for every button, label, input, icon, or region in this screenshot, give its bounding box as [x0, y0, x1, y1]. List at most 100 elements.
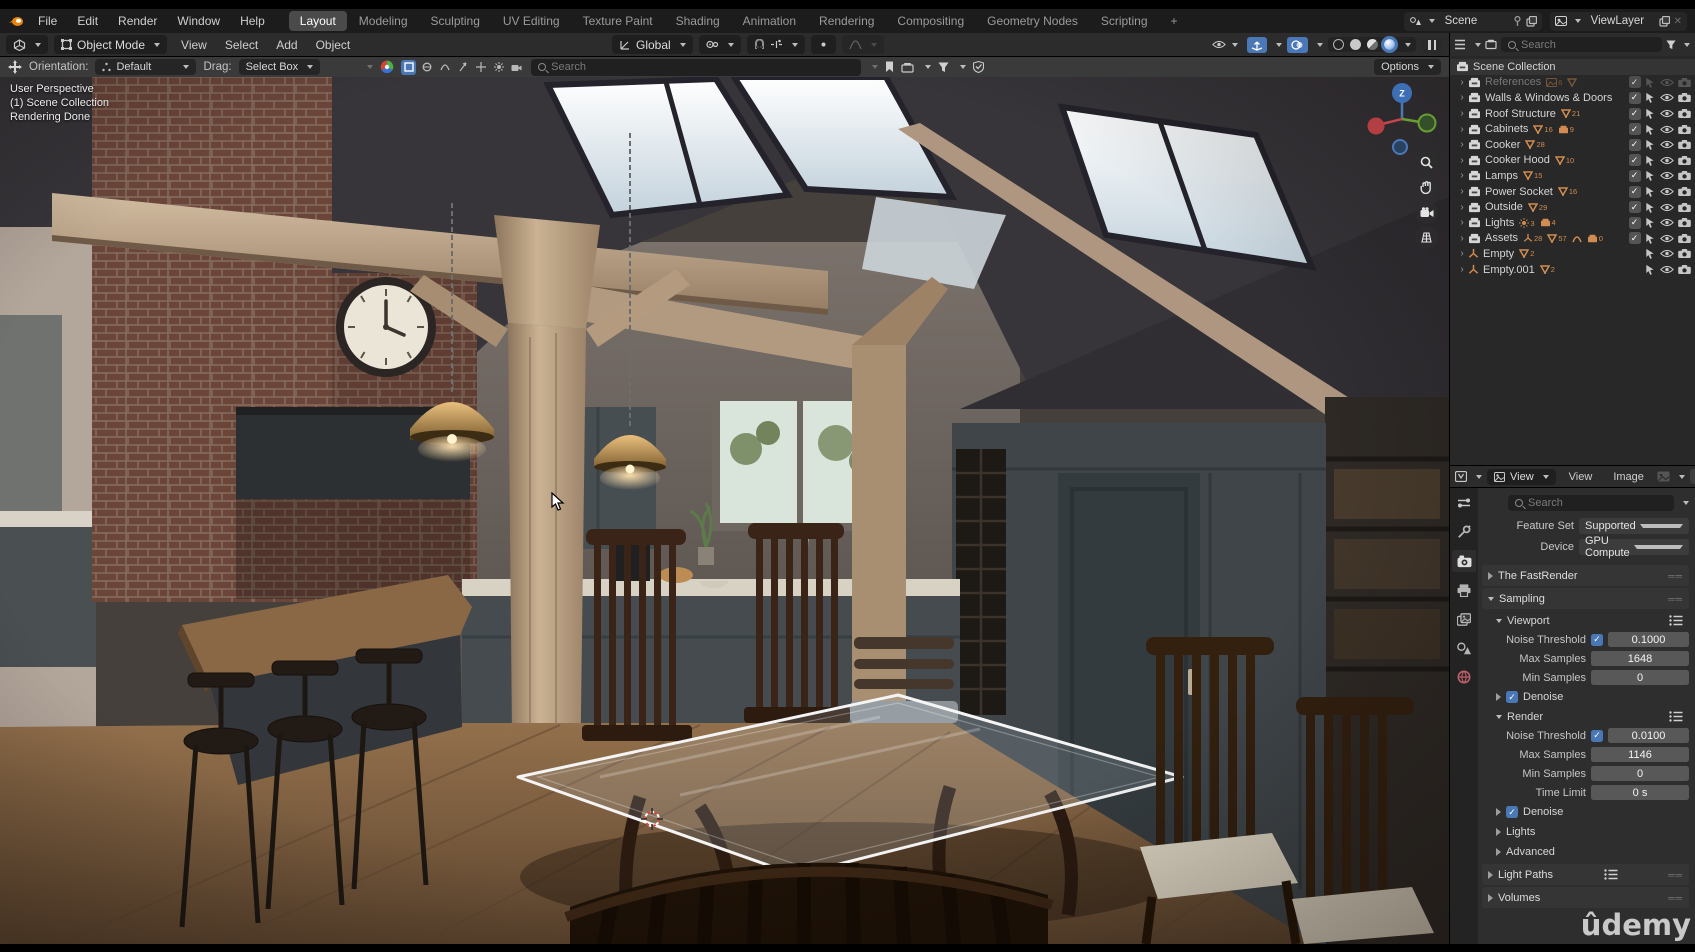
field-value[interactable]: 1146: [1591, 747, 1689, 762]
properties-search-input[interactable]: [1528, 497, 1667, 509]
collections-visibility-icon[interactable]: [901, 62, 914, 73]
menu-window[interactable]: Window: [169, 12, 228, 30]
disable-render-camera-icon[interactable]: [1678, 155, 1691, 165]
selectable-icon[interactable]: [1645, 186, 1655, 197]
pan-tool-button[interactable]: [1415, 176, 1438, 199]
panel-drag-handle[interactable]: ══: [1668, 594, 1683, 604]
filter-camera-icon[interactable]: [509, 60, 524, 75]
hide-eye-icon[interactable]: [1659, 78, 1674, 87]
viewlayer-name[interactable]: ViewLayer: [1585, 15, 1655, 27]
workspace-tab-uv-editing[interactable]: UV Editing: [492, 11, 571, 31]
disable-render-camera-icon[interactable]: [1678, 109, 1691, 119]
object-visibility-dropdown[interactable]: [1208, 38, 1242, 51]
add-workspace-button[interactable]: +: [1160, 11, 1189, 31]
filter-empty-icon[interactable]: [473, 60, 488, 75]
hide-eye-icon[interactable]: [1659, 109, 1674, 118]
exclude-checkbox[interactable]: ✓: [1628, 185, 1641, 198]
disable-render-camera-icon[interactable]: [1678, 124, 1691, 134]
tab-view-layer[interactable]: [1452, 608, 1476, 630]
zoom-tool-button[interactable]: [1415, 151, 1438, 174]
image-editor-type-button[interactable]: [1455, 471, 1467, 482]
hide-eye-icon[interactable]: [1659, 203, 1674, 212]
field-value[interactable]: 0.0100: [1608, 728, 1689, 743]
disable-render-camera-icon[interactable]: [1678, 202, 1691, 212]
field-value[interactable]: 0: [1591, 766, 1689, 781]
outliner-search-input[interactable]: [1521, 38, 1655, 51]
workspace-tab-layout[interactable]: Layout: [288, 11, 347, 31]
disable-render-camera-icon[interactable]: [1678, 218, 1691, 228]
tab-output[interactable]: [1452, 579, 1476, 601]
shading-dropdown[interactable]: [1405, 42, 1411, 47]
menu-render[interactable]: Render: [110, 12, 165, 30]
menu-help[interactable]: Help: [232, 12, 273, 30]
hide-eye-icon[interactable]: [1659, 171, 1674, 180]
device-dropdown[interactable]: GPU Compute: [1579, 535, 1689, 559]
image-editor-view-menu[interactable]: View: [1561, 469, 1601, 485]
pivot-point-dropdown[interactable]: [698, 35, 741, 54]
field-value[interactable]: 0.1000: [1608, 632, 1689, 647]
expand-chevron[interactable]: ›: [1456, 139, 1468, 150]
shading-wireframe-button[interactable]: [1333, 39, 1344, 50]
exclude-checkbox[interactable]: ✓: [1628, 107, 1641, 120]
field-value[interactable]: 1648: [1591, 651, 1689, 666]
outliner-row-walls-windows-doors[interactable]: › Walls & Windows & Doors ✓: [1450, 90, 1695, 106]
show-gizmos-toggle[interactable]: [1247, 36, 1267, 53]
field-value[interactable]: 0: [1591, 670, 1689, 685]
perspective-toggle-button[interactable]: [1415, 226, 1438, 249]
properties-editor-type-button[interactable]: [1452, 492, 1476, 514]
new-scene-icon[interactable]: [1526, 15, 1537, 27]
panel-drag-handle[interactable]: ══: [1668, 893, 1683, 903]
show-overlays-toggle[interactable]: [1287, 36, 1308, 53]
selectable-icon[interactable]: [1645, 248, 1655, 260]
render-denoise-toggle[interactable]: ✓ Denoise: [1482, 802, 1689, 822]
outliner-display-mode-icon[interactable]: [1485, 39, 1497, 50]
menu-file[interactable]: File: [30, 12, 65, 30]
preset-menu-icon[interactable]: [1603, 869, 1618, 880]
options-dropdown[interactable]: Options: [1374, 59, 1441, 75]
panel-drag-handle[interactable]: ══: [1668, 870, 1683, 880]
image-editor-image-menu[interactable]: Image: [1605, 469, 1652, 485]
exclude-checkbox[interactable]: ✓: [1628, 232, 1641, 245]
viewport-search[interactable]: [531, 58, 862, 76]
outliner-row-assets[interactable]: › Assets 28 57 0 ✓: [1450, 231, 1695, 247]
disable-render-camera-icon[interactable]: [1678, 249, 1691, 259]
snap-group[interactable]: [746, 35, 805, 54]
outliner-row-power-socket[interactable]: › Power Socket 16 ✓: [1450, 184, 1695, 200]
workspace-tab-shading[interactable]: Shading: [665, 11, 731, 31]
workspace-tab-geometry-nodes[interactable]: Geometry Nodes: [976, 11, 1089, 31]
viewport-menu-select[interactable]: Select: [217, 36, 266, 54]
filter-surface-icon[interactable]: [419, 60, 434, 75]
expand-chevron[interactable]: ›: [1456, 77, 1468, 88]
exclude-checkbox[interactable]: ✓: [1628, 169, 1641, 182]
tab-tool[interactable]: [1452, 521, 1476, 543]
workspace-tab-rendering[interactable]: Rendering: [808, 11, 885, 31]
shield-check-icon[interactable]: [973, 61, 985, 73]
filter-armature-icon[interactable]: [455, 60, 470, 75]
selectable-icon[interactable]: [1645, 92, 1655, 104]
outliner-row-scene-collection[interactable]: Scene Collection: [1450, 59, 1695, 75]
disable-render-camera-icon[interactable]: [1678, 265, 1691, 275]
exclude-checkbox[interactable]: ✓: [1628, 91, 1641, 104]
selectable-icon[interactable]: [1645, 124, 1655, 135]
panel-light-paths[interactable]: Light Paths ══: [1482, 864, 1689, 885]
hide-eye-icon[interactable]: [1659, 234, 1674, 243]
new-viewlayer-icon[interactable]: [1659, 15, 1670, 27]
proportional-editing-button[interactable]: [810, 35, 836, 54]
selectable-icon[interactable]: [1645, 202, 1655, 213]
image-browse-icon[interactable]: [1657, 471, 1670, 482]
expand-chevron[interactable]: ›: [1456, 155, 1468, 166]
disable-render-camera-icon[interactable]: [1678, 233, 1691, 243]
preset-menu-icon[interactable]: [1669, 711, 1683, 722]
panel-fastrender[interactable]: The FastRender ══: [1482, 565, 1689, 586]
hide-eye-icon[interactable]: [1659, 187, 1674, 196]
mode-dropdown[interactable]: Object Mode: [54, 35, 168, 54]
expand-chevron[interactable]: ›: [1456, 217, 1468, 228]
disable-render-camera-icon[interactable]: [1678, 93, 1691, 103]
camera-view-button[interactable]: [1415, 201, 1438, 224]
outliner-row-cooker-hood[interactable]: › Cooker Hood 10 ✓: [1450, 153, 1695, 169]
viewport-menu-add[interactable]: Add: [268, 36, 305, 54]
outliner-row-cabinets[interactable]: › Cabinets 16 9 ✓: [1450, 121, 1695, 137]
outliner-row-lights[interactable]: › Lights 3 4 ✓: [1450, 215, 1695, 231]
selectable-icon[interactable]: [1645, 170, 1655, 182]
tab-render[interactable]: [1452, 550, 1476, 572]
